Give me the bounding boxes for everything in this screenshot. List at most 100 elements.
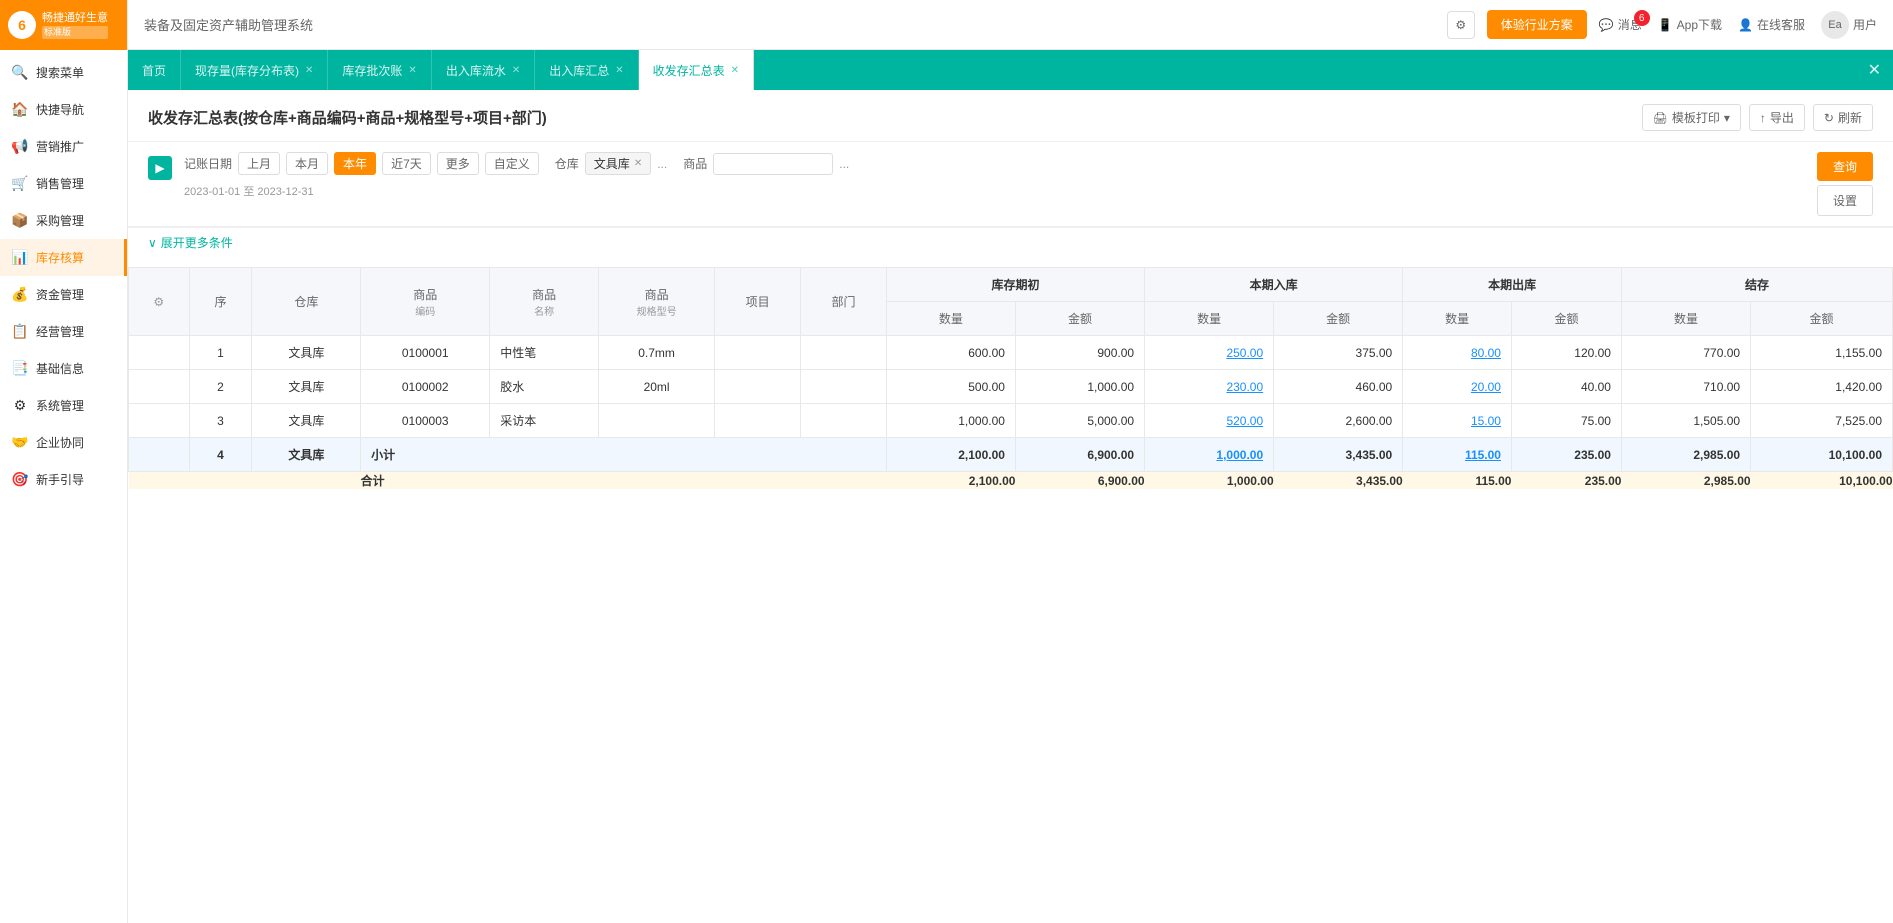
date-btn-more[interactable]: 更多: [437, 152, 479, 175]
goods-input[interactable]: [713, 153, 833, 175]
subtotal-out-qty-link[interactable]: 115.00: [1465, 448, 1501, 462]
col-balance-amount-header: 金额: [1751, 302, 1893, 336]
cell-goods-code: 0100002: [361, 370, 490, 404]
query-button[interactable]: 查询: [1817, 152, 1873, 181]
subtotal-in-qty-link[interactable]: 1,000.00: [1216, 448, 1263, 462]
cell-goods-code: 0100003: [361, 404, 490, 438]
out-qty-link[interactable]: 80.00: [1471, 346, 1501, 360]
col-dept-header: 部门: [801, 268, 887, 336]
tab-home-label: 首页: [142, 62, 166, 79]
sidebar-logo: 6 畅捷通好生意 标准版: [0, 0, 127, 50]
sidebar-item-purchase[interactable]: 📦 采购管理: [0, 202, 127, 239]
in-qty-link[interactable]: 230.00: [1226, 380, 1263, 394]
message-icon: 💬: [1599, 18, 1614, 32]
set-button[interactable]: 设置: [1817, 185, 1873, 216]
sidebar-item-sales[interactable]: 🛒 销售管理: [0, 165, 127, 202]
cell-settings: [129, 438, 190, 472]
tab-summary[interactable]: 出入库汇总 ✕: [535, 50, 638, 90]
cell-warehouse: 文具库: [252, 336, 361, 370]
sidebar-item-inventory[interactable]: 📊 库存核算: [0, 239, 127, 276]
chevron-down-icon: ▾: [1724, 111, 1730, 125]
online-service-label: 在线客服: [1757, 16, 1805, 33]
sidebar-item-search[interactable]: 🔍 搜索菜单: [0, 54, 127, 91]
refresh-button[interactable]: ↻ 刷新: [1813, 104, 1873, 131]
date-btn-this-month[interactable]: 本月: [286, 152, 328, 175]
app-download-button[interactable]: 📱 App下载: [1658, 16, 1722, 33]
date-btn-custom[interactable]: 自定义: [485, 152, 539, 175]
sidebar-item-operation[interactable]: 📋 经营管理: [0, 313, 127, 350]
sidebar-item-finance[interactable]: 💰 资金管理: [0, 276, 127, 313]
tab-stock-dist-close[interactable]: ✕: [305, 65, 313, 76]
warehouse-tag-text: 文具库: [594, 155, 630, 172]
cell-subtotal-in-amount: 3,435.00: [1274, 438, 1403, 472]
export-button[interactable]: ↑ 导出: [1749, 104, 1805, 131]
cell-goods-name: 采访本: [490, 404, 599, 438]
cell-balance-amount: 1,155.00: [1751, 336, 1893, 370]
tab-receive-send[interactable]: 收发存汇总表 ✕: [639, 50, 754, 90]
col-settings-header[interactable]: ⚙: [129, 268, 190, 336]
col-balance-header: 结存: [1621, 268, 1892, 302]
cell-out-amount: 120.00: [1511, 336, 1621, 370]
tab-stock-dist[interactable]: 现存量(库存分布表) ✕: [181, 50, 328, 90]
tab-home[interactable]: 首页: [128, 50, 181, 90]
warehouse-tag-close[interactable]: ✕: [634, 158, 642, 169]
sidebar-item-enterprise[interactable]: 🤝 企业协同: [0, 424, 127, 461]
online-service-button[interactable]: 👤 在线客服: [1738, 16, 1805, 33]
print-button[interactable]: 🖨 模板打印 ▾: [1642, 104, 1741, 131]
warehouse-more[interactable]: ...: [657, 157, 667, 171]
home-icon: 🏠: [12, 102, 28, 118]
tab-summary-close[interactable]: ✕: [615, 65, 623, 76]
tab-receive-send-close[interactable]: ✕: [731, 65, 739, 76]
cell-in-amount: 2,600.00: [1274, 404, 1403, 438]
trial-button[interactable]: 体验行业方案: [1487, 10, 1587, 39]
user-label: 用户: [1853, 16, 1877, 33]
col-no-header: 序: [189, 268, 252, 336]
date-btn-7days[interactable]: 近7天: [382, 152, 431, 175]
settings-button[interactable]: ⚙: [1447, 11, 1475, 39]
app-download-label: App下载: [1677, 16, 1722, 33]
sidebar-item-label: 销售管理: [36, 175, 84, 192]
messages-button[interactable]: 💬 消息 6: [1599, 16, 1642, 33]
cell-balance-amount: 7,525.00: [1751, 404, 1893, 438]
in-qty-link[interactable]: 520.00: [1226, 414, 1263, 428]
filter-toggle[interactable]: ▶: [148, 156, 172, 180]
goods-more[interactable]: ...: [839, 157, 849, 171]
cell-settings: [129, 336, 190, 370]
sidebar-item-newbie[interactable]: 🎯 新手引导: [0, 461, 127, 498]
sidebar-item-quick[interactable]: 🏠 快捷导航: [0, 91, 127, 128]
col-in-amount-header: 金额: [1274, 302, 1403, 336]
date-btn-last-month[interactable]: 上月: [238, 152, 280, 175]
cell-total-out-qty: 115.00: [1403, 472, 1512, 490]
tab-batch[interactable]: 库存批次账 ✕: [328, 50, 431, 90]
tabbar: 首页 现存量(库存分布表) ✕ 库存批次账 ✕ 出入库流水 ✕ 出入库汇总 ✕ …: [128, 50, 1893, 90]
cell-goods-name: 中性笔: [490, 336, 599, 370]
tab-batch-close[interactable]: ✕: [408, 65, 416, 76]
close-all-tabs[interactable]: ✕: [1856, 60, 1893, 80]
date-btn-this-year[interactable]: 本年: [334, 152, 376, 175]
user-menu[interactable]: Ea 用户: [1821, 11, 1877, 39]
cell-in-amount: 375.00: [1274, 336, 1403, 370]
app-name: 畅捷通好生意: [42, 11, 108, 26]
tab-flow[interactable]: 出入库流水 ✕: [432, 50, 535, 90]
cell-opening-qty: 600.00: [886, 336, 1015, 370]
tab-flow-close[interactable]: ✕: [512, 65, 520, 76]
date-range: 2023-01-01 至 2023-12-31: [184, 183, 314, 199]
out-qty-link[interactable]: 15.00: [1471, 414, 1501, 428]
sidebar-item-basic[interactable]: 📑 基础信息: [0, 350, 127, 387]
cell-total-out-amount: 235.00: [1511, 472, 1621, 490]
phone-icon: 📱: [1658, 18, 1673, 32]
cell-balance-qty: 1,505.00: [1621, 404, 1750, 438]
sidebar-item-system[interactable]: ⚙ 系统管理: [0, 387, 127, 424]
topbar-actions: 💬 消息 6 📱 App下载 👤 在线客服 Ea 用户: [1599, 11, 1877, 39]
sidebar-item-marketing[interactable]: 📢 营销推广: [0, 128, 127, 165]
cell-subtotal-opening-amount: 6,900.00: [1015, 438, 1144, 472]
out-qty-link[interactable]: 20.00: [1471, 380, 1501, 394]
cell-settings: [129, 404, 190, 438]
sidebar-item-label: 营销推广: [36, 138, 84, 155]
in-qty-link[interactable]: 250.00: [1226, 346, 1263, 360]
cell-balance-qty: 710.00: [1621, 370, 1750, 404]
warehouse-filter-label: 仓库: [555, 155, 579, 172]
cell-total-opening-amount: 6,900.00: [1015, 472, 1144, 490]
cell-no: 3: [189, 404, 252, 438]
expand-conditions[interactable]: ∨ 展开更多条件: [128, 227, 1893, 257]
